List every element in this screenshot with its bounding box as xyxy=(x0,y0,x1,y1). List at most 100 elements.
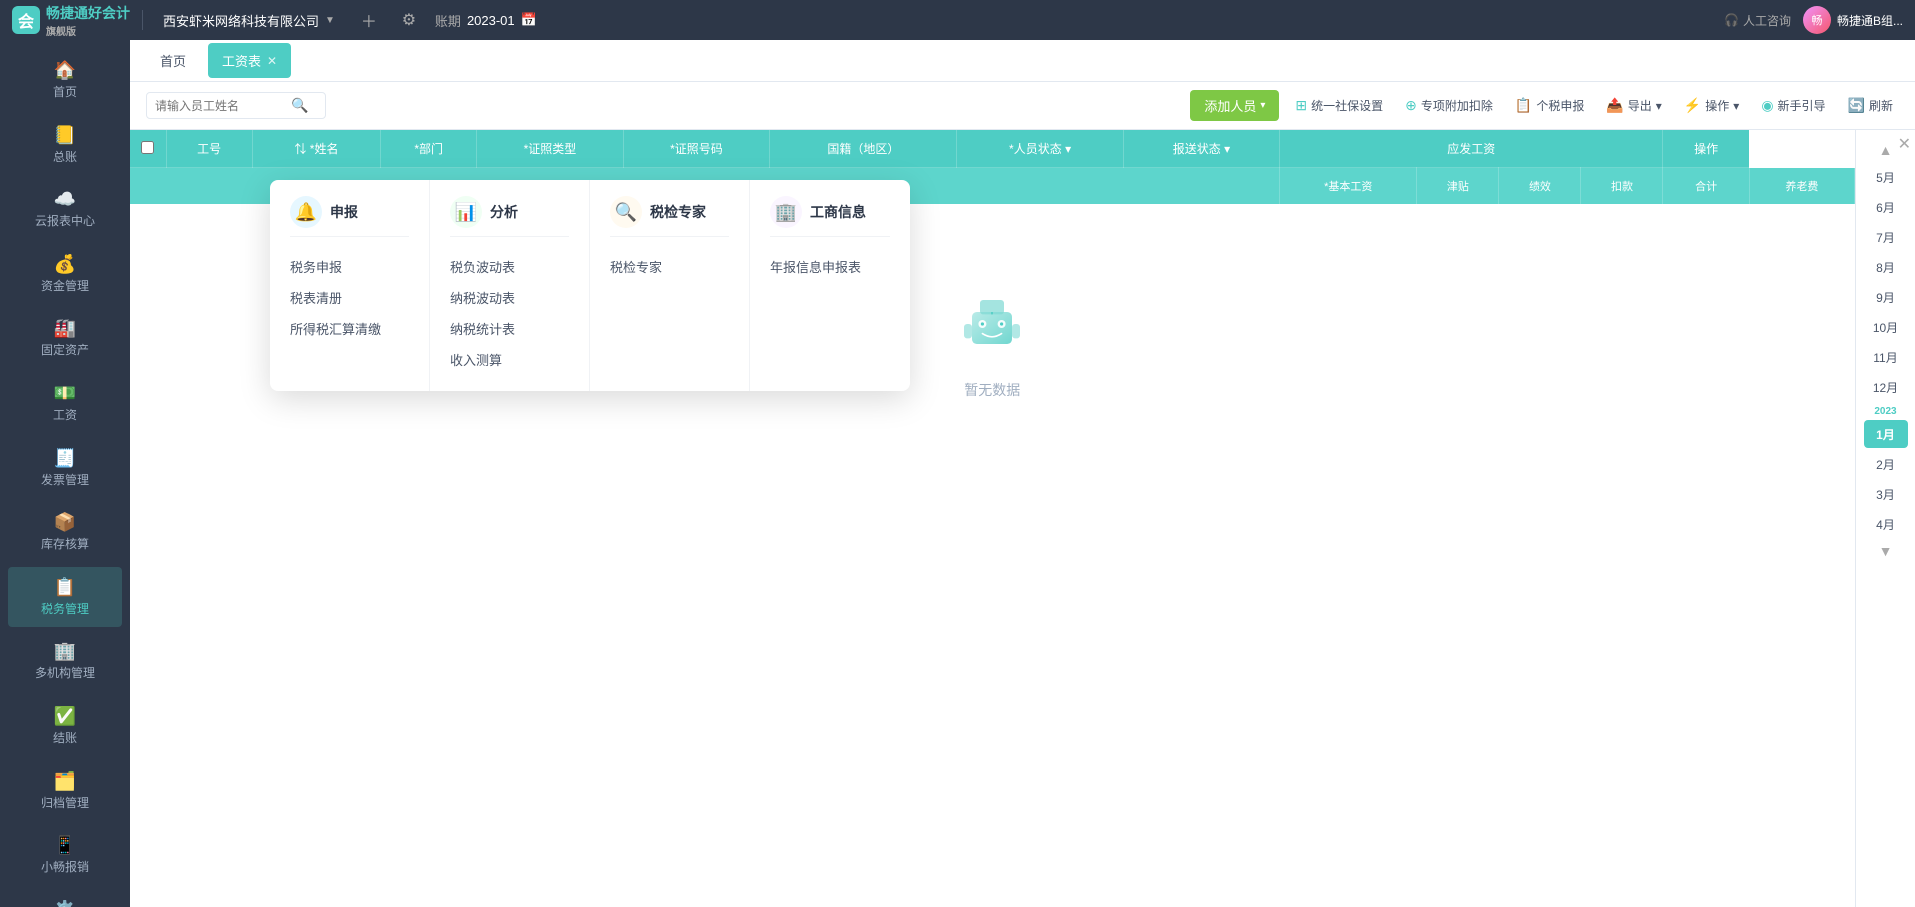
cal-month-1-active[interactable]: 1月 xyxy=(1864,420,1908,448)
tax-return-button[interactable]: 📋 个税申报 xyxy=(1509,93,1590,118)
sidebar-item-settings[interactable]: ⚙️ 基础设置 xyxy=(8,890,122,907)
new-guide-icon: ◉ xyxy=(1761,97,1773,114)
th-region: 国籍（地区） xyxy=(770,130,957,168)
table-container: 工号 ⇅ *姓名 *部门 *证照类型 *证照号码 国籍（地区） *人员状态 ▾ xyxy=(130,130,1855,907)
sidebar-item-archive[interactable]: 🗂️ 归档管理 xyxy=(8,761,122,822)
th-total: 合计 xyxy=(1663,168,1749,205)
add-employee-button[interactable]: 添加人员 ▾ xyxy=(1190,90,1279,121)
support-button[interactable]: 🎧 人工咨询 xyxy=(1724,12,1791,29)
main-layout: 🏠 首页 📒 总账 ☁️ 云报表中心 💰 资金管理 🏭 固定资产 💵 工资 🧾 … xyxy=(0,40,1915,907)
app-version: 旗舰版 xyxy=(46,23,130,38)
cal-month-12[interactable]: 12月 xyxy=(1864,373,1908,401)
th-name-sort-icon[interactable]: ⇅ xyxy=(294,142,306,156)
tab-home[interactable]: 首页 xyxy=(146,43,200,78)
new-guide-label: 新手引导 xyxy=(1778,97,1826,114)
report-filter-icon[interactable]: ▾ xyxy=(1224,142,1230,156)
analysis-title: 分析 xyxy=(490,202,518,222)
period-label: 账期 xyxy=(435,11,461,30)
calendar-scroll-down[interactable]: ▼ xyxy=(1874,539,1898,563)
sidebar-item-multi[interactable]: 🏢 多机构管理 xyxy=(8,631,122,692)
th-checkbox[interactable] xyxy=(130,130,166,168)
header-divider-1 xyxy=(142,10,143,30)
th-basic-wage: *基本工资 xyxy=(1280,168,1417,205)
special-deduction-icon: ⊕ xyxy=(1405,97,1417,114)
menu-section-header-declaration: 🔔 申报 xyxy=(290,196,409,237)
status-filter-icon[interactable]: ▾ xyxy=(1065,142,1071,156)
search-input[interactable] xyxy=(155,99,285,113)
sidebar-item-xiaochang[interactable]: 📱 小畅报销 xyxy=(8,825,122,886)
settings-icon[interactable]: ⚙ xyxy=(395,6,423,34)
menu-item-tax-declaration[interactable]: 税务申报 xyxy=(290,251,409,282)
sidebar-item-cloud[interactable]: ☁️ 云报表中心 xyxy=(8,179,122,240)
refresh-icon: 🔄 xyxy=(1848,97,1865,114)
tab-bar: 首页 工资表 ✕ xyxy=(130,40,1915,82)
menu-item-tax-stats[interactable]: 纳税统计表 xyxy=(450,313,569,344)
cal-month-4[interactable]: 4月 xyxy=(1864,510,1908,538)
calendar-icon[interactable]: 📅 xyxy=(521,12,537,28)
cal-current-year: 2023 xyxy=(1874,406,1896,417)
invoice-icon: 🧾 xyxy=(54,448,76,469)
cal-month-8[interactable]: 8月 xyxy=(1864,253,1908,281)
menu-item-tax-payment[interactable]: 纳税波动表 xyxy=(450,282,569,313)
cal-month-9[interactable]: 9月 xyxy=(1864,283,1908,311)
cloud-icon: ☁️ xyxy=(54,189,76,210)
sidebar-item-wage[interactable]: 💵 工资 xyxy=(8,373,122,434)
sidebar-label-wage: 工资 xyxy=(53,408,77,424)
search-input-wrap: 🔍 xyxy=(146,92,326,119)
sidebar-label-xiaochang: 小畅报销 xyxy=(41,860,89,876)
cal-month-5[interactable]: 5月 xyxy=(1864,163,1908,191)
tax-dropdown-menu: 🔔 申报 税务申报 税表清册 所得税汇算清缴 📊 xyxy=(270,180,910,391)
app-name: 畅捷通好会计 xyxy=(46,3,130,23)
cal-month-3[interactable]: 3月 xyxy=(1864,480,1908,508)
menu-item-tax-clearance[interactable]: 税表清册 xyxy=(290,282,409,313)
sidebar-item-ledger[interactable]: 📒 总账 xyxy=(8,115,122,176)
business-info-title: 工商信息 xyxy=(810,202,866,222)
menu-section-tax-expert: 🔍 税检专家 税检专家 xyxy=(590,180,750,391)
add-label: 添加人员 xyxy=(1204,96,1256,115)
top-header: 会 畅捷通好会计 旗舰版 西安虾米网络科技有限公司 ▼ ＋ ⚙ 账期 2023-… xyxy=(0,0,1915,40)
cal-month-7[interactable]: 7月 xyxy=(1864,223,1908,251)
sidebar-label-ledger: 总账 xyxy=(53,150,77,166)
menu-item-tax-burden[interactable]: 税负波动表 xyxy=(450,251,569,282)
new-guide-button[interactable]: ◉ 新手引导 xyxy=(1755,93,1831,118)
tab-wage[interactable]: 工资表 ✕ xyxy=(208,43,291,78)
company-selector[interactable]: 西安虾米网络科技有限公司 ▼ xyxy=(155,7,343,34)
sidebar-label-tax: 税务管理 xyxy=(41,602,89,618)
close-panel-button[interactable]: ✕ xyxy=(1898,134,1911,154)
dropdown-arrow-icon: ▾ xyxy=(1260,100,1265,111)
tab-close-icon[interactable]: ✕ xyxy=(267,54,277,68)
user-area[interactable]: 畅 畅捷通B组... xyxy=(1803,6,1903,34)
sidebar-item-checkout[interactable]: ✅ 结账 xyxy=(8,696,122,757)
social-security-button[interactable]: ⊞ 统一社保设置 xyxy=(1289,93,1389,118)
calendar-panel: ✕ ▲ 5月 6月 7月 8月 9月 10月 11月 12月 2023 1月 2… xyxy=(1855,130,1915,907)
cal-month-6[interactable]: 6月 xyxy=(1864,193,1908,221)
period-area: 账期 2023-01 📅 xyxy=(435,11,537,30)
menu-item-annual-report[interactable]: 年报信息申报表 xyxy=(770,251,890,282)
sidebar-item-inventory[interactable]: 📦 库存核算 xyxy=(8,502,122,563)
menu-item-income-summary[interactable]: 所得税汇算清缴 xyxy=(290,313,409,344)
sidebar-item-fund[interactable]: 💰 资金管理 xyxy=(8,244,122,305)
refresh-label: 刷新 xyxy=(1869,97,1893,114)
support-label: 人工咨询 xyxy=(1743,12,1791,29)
calendar-scroll-up[interactable]: ▲ xyxy=(1874,138,1898,162)
sidebar-item-home[interactable]: 🏠 首页 xyxy=(8,50,122,111)
sidebar-item-fixed[interactable]: 🏭 固定资产 xyxy=(8,308,122,369)
cal-month-2[interactable]: 2月 xyxy=(1864,450,1908,478)
menu-section-header-business-info: 🏢 工商信息 xyxy=(770,196,890,237)
select-all-checkbox[interactable] xyxy=(141,141,154,154)
th-deduction: 扣款 xyxy=(1581,168,1663,205)
sidebar-item-invoice[interactable]: 🧾 发票管理 xyxy=(8,438,122,499)
menu-item-income-calc[interactable]: 收入测算 xyxy=(450,344,569,375)
tax-return-label: 个税申报 xyxy=(1536,97,1584,114)
menu-item-tax-inspect[interactable]: 税检专家 xyxy=(610,251,729,282)
special-deduction-button[interactable]: ⊕ 专项附加扣除 xyxy=(1399,93,1499,118)
operation-button[interactable]: ⚡ 操作 ▾ xyxy=(1678,93,1745,118)
add-company-button[interactable]: ＋ xyxy=(355,6,383,34)
export-button[interactable]: 📤 导出 ▾ xyxy=(1600,93,1667,118)
refresh-button[interactable]: 🔄 刷新 xyxy=(1842,93,1899,118)
search-icon: 🔍 xyxy=(291,97,308,114)
cal-month-11[interactable]: 11月 xyxy=(1864,343,1908,371)
cal-month-10[interactable]: 10月 xyxy=(1864,313,1908,341)
sidebar-item-tax[interactable]: 📋 税务管理 xyxy=(8,567,122,628)
sidebar-label-multi: 多机构管理 xyxy=(35,666,95,682)
